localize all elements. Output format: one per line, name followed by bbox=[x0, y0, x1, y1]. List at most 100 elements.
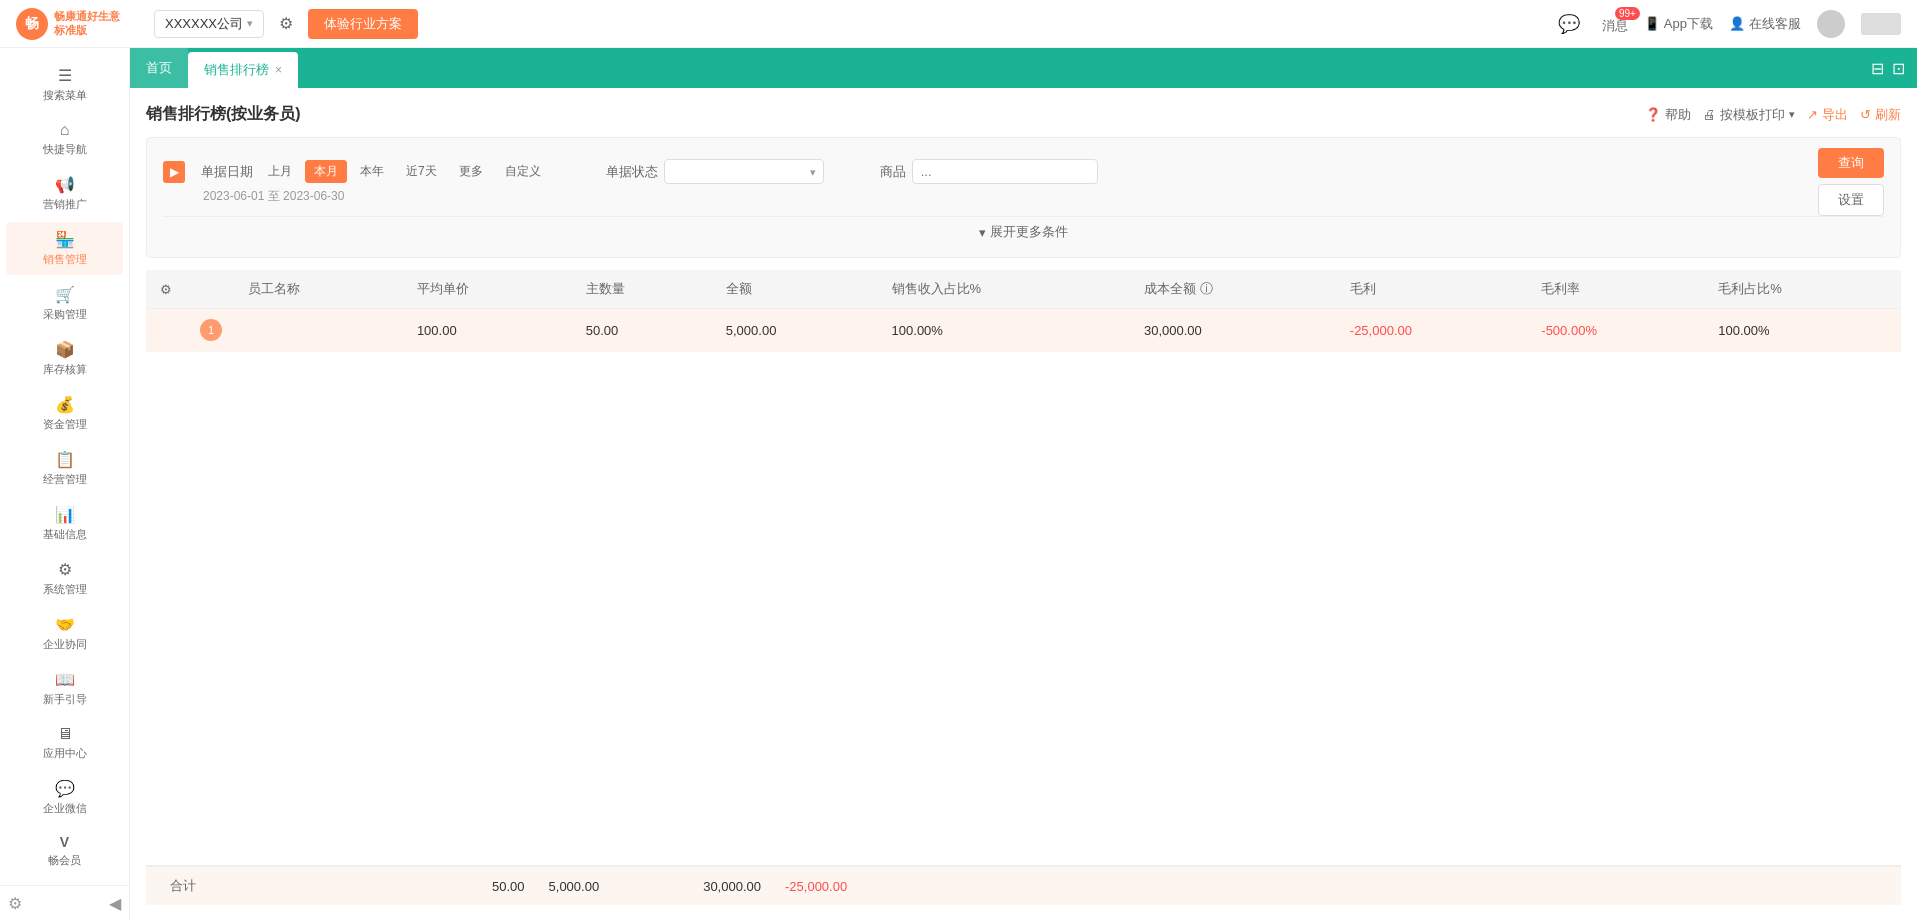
cell-qty: 50.00 bbox=[574, 309, 714, 352]
search-menu-icon: ☰ bbox=[58, 66, 72, 85]
sidebar-item-member[interactable]: V 畅会员 bbox=[6, 826, 123, 876]
sidebar-item-marketing[interactable]: 📢 营销推广 bbox=[6, 167, 123, 220]
expand-more-button[interactable]: ▾ 展开更多条件 bbox=[979, 223, 1068, 241]
goods-label: 商品 bbox=[880, 163, 906, 181]
tab-bar: 首页 销售排行榜 × ⊟ ⊡ bbox=[130, 48, 1917, 88]
col-header-amount: 全额 bbox=[714, 270, 880, 309]
date-tab-custom[interactable]: 自定义 bbox=[496, 160, 550, 183]
sidebar-item-system[interactable]: ⚙ 系统管理 bbox=[6, 552, 123, 605]
cell-gross-pct: 100.00% bbox=[1706, 309, 1901, 352]
sidebar-item-guide[interactable]: 📖 新手引导 bbox=[6, 662, 123, 715]
purchase-icon: 🛒 bbox=[55, 285, 75, 304]
online-service-link[interactable]: 👤 在线客服 bbox=[1729, 15, 1801, 33]
table-row: 1 100.00 50.00 5,000.00 100.00% 30,000.0… bbox=[146, 309, 1901, 352]
footer-gross: -25,000.00 bbox=[773, 879, 859, 894]
help-button[interactable]: ❓ 帮助 bbox=[1645, 106, 1691, 124]
help-icon: ❓ bbox=[1645, 107, 1661, 122]
status-select[interactable] bbox=[664, 159, 824, 184]
sidebar-item-search[interactable]: ☰ 搜索菜单 bbox=[6, 58, 123, 111]
username-display bbox=[1861, 13, 1901, 35]
minimize-icon[interactable]: ⊟ bbox=[1871, 59, 1884, 78]
tab-home[interactable]: 首页 bbox=[130, 48, 188, 88]
expand-icon: ▾ bbox=[979, 225, 986, 240]
app-download-link[interactable]: 📱 App下载 bbox=[1644, 15, 1713, 33]
sidebar-item-sales[interactable]: 🏪 销售管理 bbox=[6, 222, 123, 275]
cell-rank: 1 bbox=[186, 309, 236, 352]
cell-settings bbox=[146, 309, 186, 352]
sidebar-item-purchase[interactable]: 🛒 采购管理 bbox=[6, 277, 123, 330]
export-button[interactable]: ↗ 导出 bbox=[1807, 106, 1848, 124]
tab-sales-ranking[interactable]: 销售排行榜 × bbox=[188, 52, 298, 88]
date-tab-7days[interactable]: 近7天 bbox=[397, 160, 446, 183]
sidebar-item-operations[interactable]: 📋 经营管理 bbox=[6, 442, 123, 495]
col-header-gross-pct: 毛利占比% bbox=[1706, 270, 1901, 309]
data-table-wrapper: ⚙ 员工名称 平均单价 主数量 全额 销售收入占比% 成本全额 ⓘ 毛利 毛利率 bbox=[146, 270, 1901, 865]
user-avatar[interactable] bbox=[1817, 10, 1845, 38]
print-icon: 🖨 bbox=[1703, 107, 1716, 122]
appstore-icon: 🖥 bbox=[57, 725, 73, 743]
filter-toggle-btn[interactable]: ▶ bbox=[163, 161, 185, 183]
marketing-icon: 📢 bbox=[55, 175, 75, 194]
rank-badge: 1 bbox=[200, 319, 222, 341]
table-footer: 合计 50.00 5,000.00 30,000.00 -25,000.00 bbox=[146, 865, 1901, 905]
service-icon: 👤 bbox=[1729, 16, 1745, 31]
cell-cost: 30,000.00 bbox=[1132, 309, 1338, 352]
company-selector[interactable]: XXXXXX公司 ▾ bbox=[154, 10, 264, 38]
sales-icon: 🏪 bbox=[55, 230, 75, 249]
sidebar-item-collab[interactable]: 🤝 企业协同 bbox=[6, 607, 123, 660]
cell-avg-price: 100.00 bbox=[405, 309, 574, 352]
guide-icon: 📖 bbox=[55, 670, 75, 689]
query-button[interactable]: 查询 bbox=[1818, 148, 1884, 178]
col-header-gross: 毛利 bbox=[1338, 270, 1530, 309]
inventory-icon: 📦 bbox=[55, 340, 75, 359]
refresh-button[interactable]: ↺ 刷新 bbox=[1860, 106, 1901, 124]
member-icon: V bbox=[60, 834, 69, 850]
sidebar-item-shortcut[interactable]: ⌂ 快捷导航 bbox=[6, 113, 123, 165]
app-logo: 畅 bbox=[16, 8, 48, 40]
date-tabs: 上月 本月 本年 近7天 更多 自定义 bbox=[259, 160, 550, 183]
sidebar-item-appstore[interactable]: 🖥 应用中心 bbox=[6, 717, 123, 769]
notification-area[interactable]: 💬 99+ 消息 bbox=[1558, 13, 1628, 35]
wechat-icon: 💬 bbox=[55, 779, 75, 798]
date-tab-more[interactable]: 更多 bbox=[450, 160, 492, 183]
date-tab-this-month[interactable]: 本月 bbox=[305, 160, 347, 183]
data-table: ⚙ 员工名称 平均单价 主数量 全额 销售收入占比% 成本全额 ⓘ 毛利 毛利率 bbox=[146, 270, 1901, 352]
col-header-settings[interactable]: ⚙ bbox=[146, 270, 186, 309]
sidebar-item-wechat[interactable]: 💬 企业微信 bbox=[6, 771, 123, 824]
sidebar-item-basics[interactable]: 📊 基础信息 bbox=[6, 497, 123, 550]
sidebar-item-finance[interactable]: 💰 资金管理 bbox=[6, 387, 123, 440]
col-header-rank bbox=[186, 270, 236, 309]
date-tab-prev-month[interactable]: 上月 bbox=[259, 160, 301, 183]
maximize-icon[interactable]: ⊡ bbox=[1892, 59, 1905, 78]
print-arrow-icon: ▾ bbox=[1789, 108, 1795, 121]
sidebar-item-inventory[interactable]: 📦 库存核算 bbox=[6, 332, 123, 385]
filter-settings-button[interactable]: 设置 bbox=[1818, 184, 1884, 216]
filter-area: ▶ 单据日期 上月 本月 本年 近7天 bbox=[146, 137, 1901, 258]
gear-button[interactable]: ⚙ bbox=[272, 10, 300, 38]
col-header-avg-price: 平均单价 bbox=[405, 270, 574, 309]
basics-icon: 📊 bbox=[55, 505, 75, 524]
goods-input[interactable] bbox=[912, 159, 1098, 184]
cell-employee bbox=[236, 309, 405, 352]
expand-more-row: ▾ 展开更多条件 bbox=[163, 216, 1884, 247]
footer-amount: 5,000.00 bbox=[537, 879, 612, 894]
download-icon: 📱 bbox=[1644, 16, 1660, 31]
system-icon: ⚙ bbox=[58, 560, 72, 579]
notification-badge: 99+ bbox=[1615, 7, 1640, 20]
col-header-cost: 成本全额 ⓘ bbox=[1132, 270, 1338, 309]
col-header-qty: 主数量 bbox=[574, 270, 714, 309]
cell-gross: -25,000.00 bbox=[1338, 309, 1530, 352]
trial-button[interactable]: 体验行业方案 bbox=[308, 9, 418, 39]
col-header-sales-pct: 销售收入占比% bbox=[880, 270, 1132, 309]
date-tab-this-year[interactable]: 本年 bbox=[351, 160, 393, 183]
cell-sales-pct: 100.00% bbox=[880, 309, 1132, 352]
finance-icon: 💰 bbox=[55, 395, 75, 414]
collab-icon: 🤝 bbox=[55, 615, 75, 634]
print-button[interactable]: 🖨 按模板打印 ▾ bbox=[1703, 106, 1795, 124]
sidebar-collapse-btn[interactable]: ◀ bbox=[109, 894, 121, 913]
sidebar-nav: ☰ 搜索菜单 ⌂ 快捷导航 📢 营销推广 🏪 销售管理 🛒 采购管理 bbox=[0, 48, 129, 885]
export-icon: ↗ bbox=[1807, 107, 1818, 122]
sidebar-settings-btn[interactable]: ⚙ bbox=[8, 894, 22, 913]
footer-qty: 50.00 bbox=[480, 879, 537, 894]
tab-close-icon[interactable]: × bbox=[275, 63, 282, 77]
